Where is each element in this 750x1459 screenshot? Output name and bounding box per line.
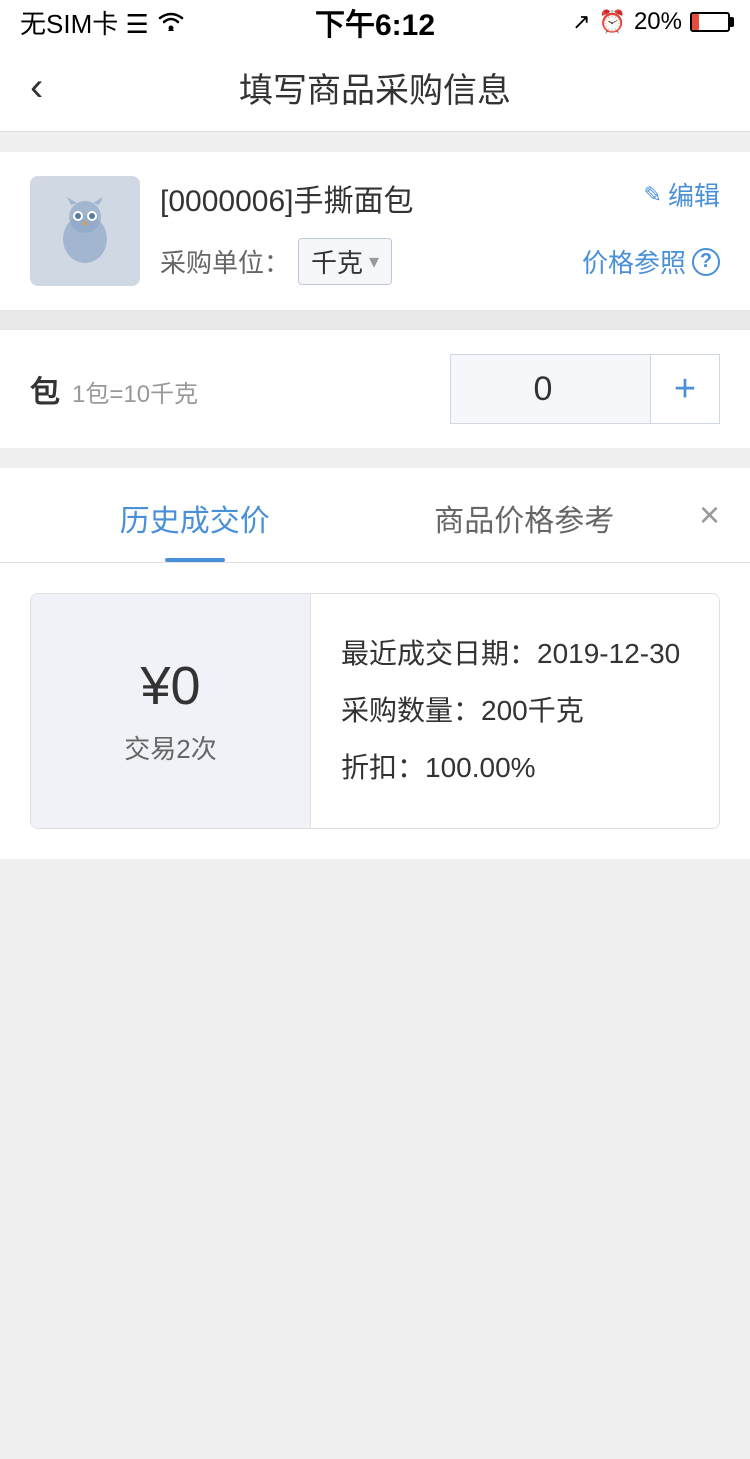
purchase-qty-label: 采购数量： <box>341 695 481 726</box>
price-ref-label: 价格参照 <box>582 243 686 280</box>
history-purchase-qty-row: 采购数量：200千克 <box>341 691 689 730</box>
back-button[interactable]: ‹ <box>30 65 43 110</box>
unit-select[interactable]: 千克 ▾ <box>298 238 392 285</box>
product-unit-row: 采购单位： 千克 ▾ 价格参照 ? <box>160 238 720 285</box>
tab-content-history: ¥0 交易2次 最近成交日期：2019-12-30 采购数量：200千克 折扣：… <box>0 563 750 859</box>
quantity-row: 包 1包=10千克 + <box>0 330 750 448</box>
back-icon: ‹ <box>30 65 43 110</box>
location-icon: ↗ <box>572 9 590 35</box>
tab-history-label: 历史成交价 <box>120 505 270 538</box>
tab-product-price[interactable]: 商品价格参考 <box>359 468 688 562</box>
quantity-unit-main: 包 <box>30 367 60 411</box>
tab-history[interactable]: 历史成交价 <box>30 468 359 562</box>
purchase-qty-value: 200千克 <box>481 695 584 726</box>
wifi-icon <box>157 7 185 38</box>
tab-product-price-label: 商品价格参考 <box>434 505 614 538</box>
status-indicators: ↗ ⏰ 20% <box>572 8 730 36</box>
quantity-plus-button[interactable]: + <box>650 354 720 424</box>
nav-bar: ‹ 填写商品采购信息 <box>0 44 750 132</box>
discount-label: 折扣： <box>341 752 425 783</box>
tab-close-button[interactable]: × <box>689 484 730 546</box>
quantity-input-area: + <box>450 354 720 424</box>
product-name: [0000006]手撕面包 <box>160 176 413 220</box>
edit-button[interactable]: ✎ 编辑 <box>644 176 720 213</box>
history-price: ¥0 <box>140 655 200 717</box>
status-carrier: 无SIM卡 ☰ <box>20 4 185 41</box>
recent-date-label: 最近成交日期： <box>341 638 537 669</box>
product-header: [0000006]手撕面包 ✎ 编辑 <box>160 176 720 220</box>
product-logo <box>45 191 125 271</box>
history-discount-row: 折扣：100.00% <box>341 748 689 787</box>
history-price-col: ¥0 交易2次 <box>31 594 311 828</box>
product-image <box>30 176 140 286</box>
plus-icon: + <box>674 368 696 411</box>
unit-arrow-icon: ▾ <box>369 249 379 274</box>
unit-label: 采购单位： <box>160 243 290 280</box>
product-info: [0000006]手撕面包 ✎ 编辑 采购单位： 千克 ▾ 价格参照 ? <box>160 176 720 285</box>
recent-date-value: 2019-12-30 <box>537 638 680 669</box>
carrier-text: 无SIM卡 ☰ <box>20 4 149 41</box>
alarm-icon: ⏰ <box>599 9 626 35</box>
price-ref-button[interactable]: 价格参照 ? <box>582 243 720 280</box>
history-recent-date-row: 最近成交日期：2019-12-30 <box>341 634 689 673</box>
history-detail-col: 最近成交日期：2019-12-30 采购数量：200千克 折扣：100.00% <box>311 594 719 828</box>
quantity-input[interactable] <box>450 354 650 424</box>
history-trades: 交易2次 <box>124 729 216 766</box>
history-card: ¥0 交易2次 最近成交日期：2019-12-30 采购数量：200千克 折扣：… <box>30 593 720 829</box>
edit-label: 编辑 <box>668 176 720 213</box>
section-divider <box>0 310 750 330</box>
edit-icon: ✎ <box>644 182 662 208</box>
tab-bar: 历史成交价 商品价格参考 × <box>0 468 750 563</box>
battery-percent: 20% <box>634 8 682 36</box>
discount-value: 100.00% <box>425 752 536 783</box>
quantity-label-area: 包 1包=10千克 <box>30 367 198 411</box>
product-card: [0000006]手撕面包 ✎ 编辑 采购单位： 千克 ▾ 价格参照 ? <box>0 152 750 310</box>
price-ref-help-icon: ? <box>692 248 720 276</box>
status-bar: 无SIM卡 ☰ 下午6:12 ↗ ⏰ 20% <box>0 0 750 44</box>
battery-icon <box>690 12 730 32</box>
bottom-area <box>0 859 750 1459</box>
status-time: 下午6:12 <box>315 0 435 44</box>
unit-value: 千克 <box>311 243 363 280</box>
page-title: 填写商品采购信息 <box>239 63 511 112</box>
quantity-unit-sub: 1包=10千克 <box>72 374 198 409</box>
tab-section: 历史成交价 商品价格参考 × ¥0 交易2次 最近成交日期：2019-12-30… <box>0 468 750 859</box>
